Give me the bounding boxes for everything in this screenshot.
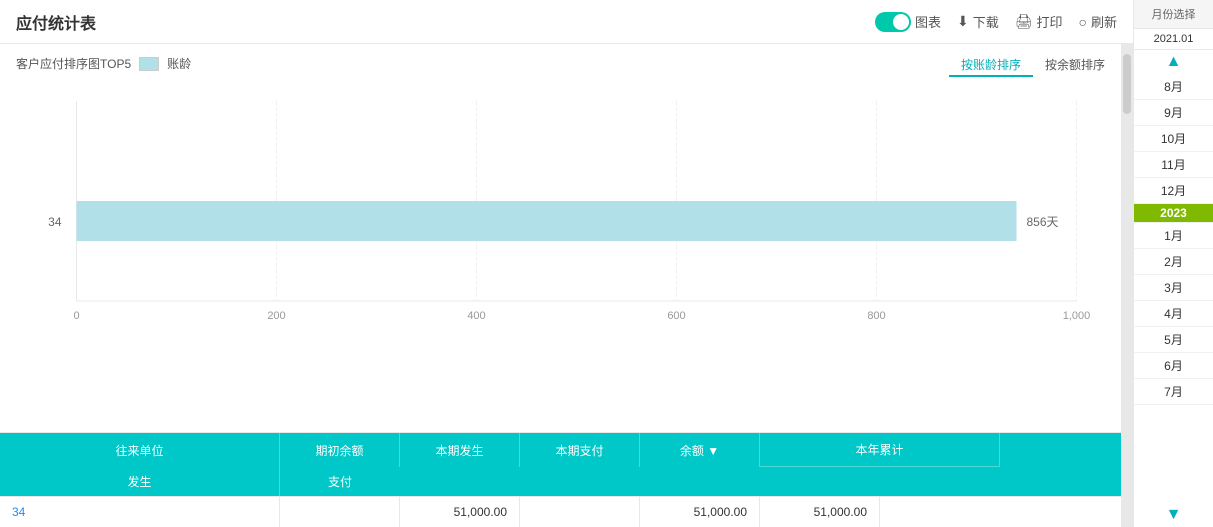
toggle-switch[interactable] xyxy=(875,12,911,32)
td-ytd-occ: 51,000.00 xyxy=(760,497,880,527)
sidebar-month-item[interactable]: 1月 xyxy=(1134,223,1213,249)
td-balance: 51,000.00 xyxy=(640,497,760,527)
svg-text:600: 600 xyxy=(667,310,685,322)
toggle-knob xyxy=(893,14,909,30)
sidebar-month-item[interactable]: 12月 xyxy=(1134,178,1213,204)
sidebar-scroll-down-button[interactable]: ▼ xyxy=(1134,503,1213,527)
svg-text:0: 0 xyxy=(73,310,79,322)
td-current-pay xyxy=(520,497,640,527)
td-current-occ: 51,000.00 xyxy=(400,497,520,527)
print-label: 打印 xyxy=(1037,12,1063,31)
svg-text:800: 800 xyxy=(867,310,885,322)
chart-svg: 34 856天 0 200 400 600 800 1,000 xyxy=(16,81,1117,341)
th-unit: 往来单位 xyxy=(0,433,280,467)
th-ytd-pay: 支付 xyxy=(280,467,400,496)
td-opening xyxy=(280,497,400,527)
th-current-occ: 本期发生 xyxy=(400,433,520,467)
page-header: 应付统计表 图表 ⬇ 下载 🖨 打印 ○ 刷新 xyxy=(0,0,1133,44)
sidebar-month-item[interactable]: 3月 xyxy=(1134,275,1213,301)
chart-legend: 客户应付排序图TOP5 账龄 xyxy=(16,55,191,72)
sidebar-current-month[interactable]: 2021.01 xyxy=(1134,29,1213,50)
page-title: 应付统计表 xyxy=(16,10,96,34)
sidebar-month-list: 8月9月10月11月12月20231月2月3月4月5月6月7月 xyxy=(1134,74,1213,503)
svg-text:34: 34 xyxy=(48,215,62,229)
refresh-label: 刷新 xyxy=(1091,12,1117,31)
th-ytd-group: 本年累计 xyxy=(760,433,1000,467)
print-icon: 🖨 xyxy=(1015,13,1033,30)
print-button[interactable]: 🖨 打印 xyxy=(1015,12,1063,31)
refresh-icon: ○ xyxy=(1079,14,1087,30)
chart-toggle[interactable]: 图表 xyxy=(875,12,941,32)
chart-section: 客户应付排序图TOP5 账龄 按账龄排序 按余额排序 xyxy=(0,44,1133,432)
refresh-button[interactable]: ○ 刷新 xyxy=(1079,12,1117,31)
table-section: 往来单位 期初余额 本期发生 本期支付 余额 ▼ 本年累计 发生 支付 34 5… xyxy=(0,432,1133,527)
td-ytd-pay xyxy=(880,497,1000,527)
th-balance: 余额 ▼ xyxy=(640,433,760,467)
table-data-row: 34 51,000.00 51,000.00 51,000.00 xyxy=(0,496,1133,527)
sort-controls: 按账龄排序 按余额排序 xyxy=(949,54,1117,77)
chart-top-bar: 客户应付排序图TOP5 账龄 按账龄排序 按余额排序 xyxy=(16,54,1117,81)
legend-color-box xyxy=(139,57,159,71)
sidebar-month-item[interactable]: 2月 xyxy=(1134,249,1213,275)
chart-toggle-label: 图表 xyxy=(915,12,941,31)
sidebar-month-item[interactable]: 6月 xyxy=(1134,353,1213,379)
sidebar-month-item[interactable]: 2023 xyxy=(1134,204,1213,223)
sidebar-header: 月份选择 xyxy=(1134,0,1213,29)
sidebar-month-item[interactable]: 9月 xyxy=(1134,100,1213,126)
sidebar-month-item[interactable]: 5月 xyxy=(1134,327,1213,353)
sort-by-age-button[interactable]: 按账龄排序 xyxy=(949,54,1033,77)
chart-title: 客户应付排序图TOP5 xyxy=(16,55,131,72)
download-label: 下载 xyxy=(973,12,999,31)
th-current-pay: 本期支付 xyxy=(520,433,640,467)
sidebar-month-item[interactable]: 8月 xyxy=(1134,74,1213,100)
download-icon: ⬇ xyxy=(957,13,969,30)
sidebar-month-item[interactable]: 4月 xyxy=(1134,301,1213,327)
td-unit[interactable]: 34 xyxy=(0,497,280,527)
th-ytd-occ: 发生 xyxy=(0,467,280,496)
legend-label: 账龄 xyxy=(167,55,191,72)
svg-text:1,000: 1,000 xyxy=(1063,310,1091,322)
sidebar-month-item[interactable]: 10月 xyxy=(1134,126,1213,152)
sidebar-month-item[interactable]: 7月 xyxy=(1134,379,1213,405)
table-header-row2: 发生 支付 xyxy=(0,467,1133,496)
right-sidebar: 月份选择 2021.01 ▲ 8月9月10月11月12月20231月2月3月4月… xyxy=(1133,0,1213,527)
download-button[interactable]: ⬇ 下载 xyxy=(957,12,999,31)
sidebar-month-item[interactable]: 11月 xyxy=(1134,152,1213,178)
th-opening: 期初余额 xyxy=(280,433,400,467)
sidebar-scroll-up-button[interactable]: ▲ xyxy=(1134,50,1213,74)
sort-by-balance-button[interactable]: 按余额排序 xyxy=(1033,54,1117,77)
header-actions: 图表 ⬇ 下载 🖨 打印 ○ 刷新 xyxy=(875,12,1117,32)
svg-text:200: 200 xyxy=(267,310,285,322)
chart-area: 34 856天 0 200 400 600 800 1,000 xyxy=(16,81,1117,341)
svg-text:400: 400 xyxy=(467,310,485,322)
svg-text:856天: 856天 xyxy=(1027,215,1059,229)
table-header-row1: 往来单位 期初余额 本期发生 本期支付 余额 ▼ 本年累计 xyxy=(0,433,1133,467)
